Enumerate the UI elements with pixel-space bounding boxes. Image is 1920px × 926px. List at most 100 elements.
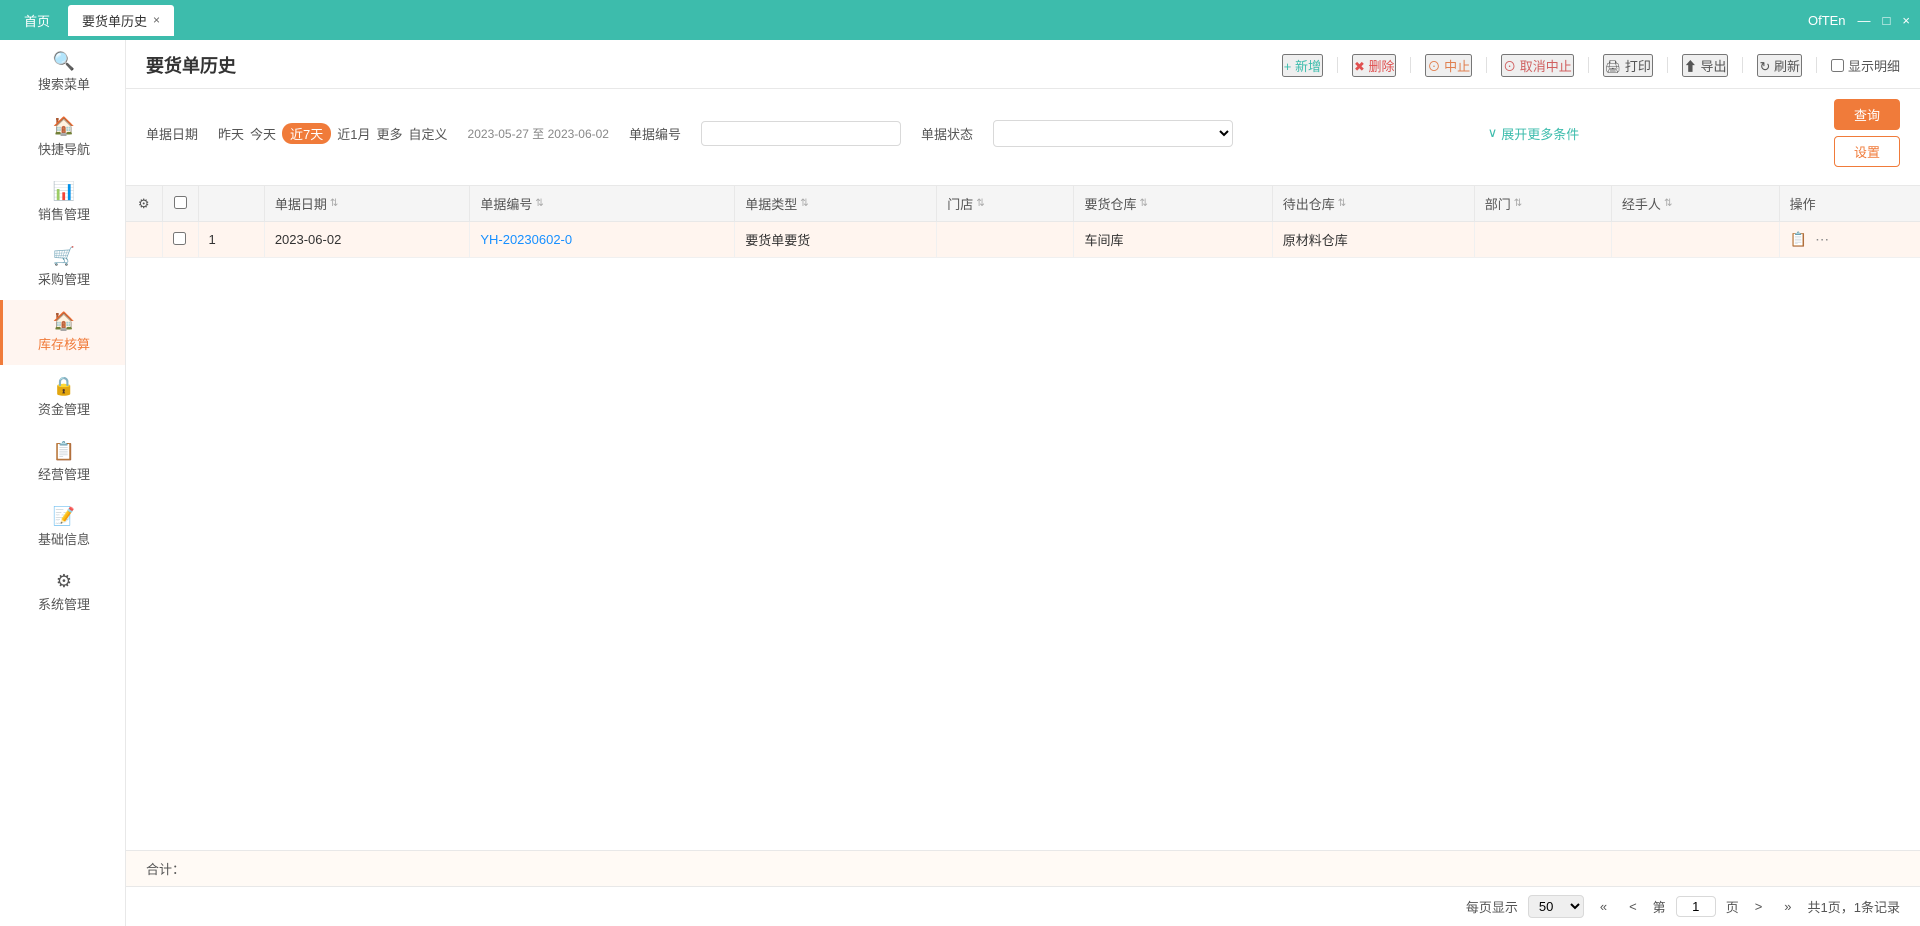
- sales-icon: 📊: [53, 182, 75, 200]
- filter-row-1: 单据日期 昨天 今天 近7天 近1月 更多 自定义 2023-05-27 至 2…: [146, 99, 1900, 167]
- shortcut-1month[interactable]: 近1月: [337, 124, 370, 143]
- page-label: 第: [1653, 897, 1666, 916]
- tab-home[interactable]: 首页: [10, 5, 64, 36]
- first-page-button[interactable]: «: [1594, 897, 1613, 916]
- th-checkbox: [162, 186, 198, 222]
- sidebar-item-label: 系统管理: [38, 594, 90, 613]
- bill-no-input[interactable]: [701, 121, 901, 146]
- sort-bill-no-icon: ⇅: [535, 198, 543, 209]
- refresh-button[interactable]: ↻ 刷新: [1757, 54, 1802, 77]
- sidebar-item-search-menu[interactable]: 🔍 搜索菜单: [0, 40, 125, 105]
- shortcut-today[interactable]: 今天: [250, 124, 276, 143]
- divider: [1486, 57, 1487, 73]
- inventory-icon: 🏠: [53, 312, 75, 330]
- delete-button[interactable]: ✖ 删除: [1352, 54, 1397, 77]
- home-icon: 🏠: [53, 117, 75, 135]
- shortcut-yesterday[interactable]: 昨天: [218, 124, 244, 143]
- finance-icon: 🔒: [53, 377, 75, 395]
- bill-no-label: 单据编号: [629, 124, 681, 143]
- th-store-label: 门店: [947, 194, 973, 213]
- last-page-button[interactable]: »: [1778, 897, 1797, 916]
- sidebar-item-quick-nav[interactable]: 🏠 快捷导航: [0, 105, 125, 170]
- expand-filter-button[interactable]: ∨ 展开更多条件: [1488, 124, 1580, 143]
- status-select[interactable]: [993, 120, 1233, 147]
- prev-page-button[interactable]: <: [1623, 897, 1643, 916]
- th-department[interactable]: 部门 ⇅: [1474, 186, 1611, 222]
- maximize-icon[interactable]: □: [1883, 13, 1891, 28]
- sidebar-item-finance-mgmt[interactable]: 🔒 资金管理: [0, 365, 125, 430]
- cell-req-warehouse: 车间库: [1074, 222, 1272, 258]
- cell-gear: [126, 222, 162, 258]
- row-checkbox[interactable]: [173, 232, 186, 245]
- th-pending-warehouse[interactable]: 待出仓库 ⇅: [1272, 186, 1474, 222]
- cell-bill-type: 要货单要货: [735, 222, 937, 258]
- divider: [1816, 57, 1817, 73]
- sort-department-icon: ⇅: [1514, 198, 1522, 209]
- sidebar-item-system-mgmt[interactable]: ⚙ 系统管理: [0, 560, 125, 625]
- filter-area: 单据日期 昨天 今天 近7天 近1月 更多 自定义 2023-05-27 至 2…: [126, 89, 1920, 186]
- sidebar-item-sales-mgmt[interactable]: 📊 销售管理: [0, 170, 125, 235]
- th-handler[interactable]: 经手人 ⇅: [1611, 186, 1779, 222]
- tab-active-label: 要货单历史: [82, 11, 147, 30]
- row-edit-icon[interactable]: 📋: [1790, 231, 1807, 248]
- content-area: 要货单历史 + 新增 ✖ 删除 ⊙ 中止 ⊙ 取消中止 🖨 打印 ⬆ 导出 ↻ …: [126, 40, 1920, 926]
- th-store[interactable]: 门店 ⇅: [937, 186, 1074, 222]
- sidebar-item-operations-mgmt[interactable]: 📋 经营管理: [0, 430, 125, 495]
- sidebar-item-label: 销售管理: [38, 204, 90, 223]
- summary-label: 合计：: [146, 862, 185, 877]
- page-suffix: 页: [1726, 897, 1739, 916]
- per-page-select[interactable]: 10 20 50 100: [1528, 895, 1584, 918]
- th-row-no: [198, 186, 264, 222]
- th-pending-warehouse-label: 待出仓库: [1283, 194, 1335, 213]
- page-number-input[interactable]: [1676, 896, 1716, 917]
- show-detail-label[interactable]: 显示明细: [1831, 56, 1900, 75]
- top-bar-right: OfTEn — □ ×: [1808, 13, 1910, 28]
- select-all-checkbox[interactable]: [174, 196, 187, 209]
- th-bill-type[interactable]: 单据类型 ⇅: [735, 186, 937, 222]
- sort-req-warehouse-icon: ⇅: [1139, 198, 1147, 209]
- tab-close-icon[interactable]: ×: [153, 13, 160, 27]
- stop-button[interactable]: ⊙ 中止: [1425, 54, 1472, 77]
- sort-store-icon: ⇅: [976, 198, 984, 209]
- row-more-icon[interactable]: ⋯: [1815, 231, 1829, 248]
- cancel-stop-button[interactable]: ⊙ 取消中止: [1501, 54, 1574, 77]
- page-header: 要货单历史 + 新增 ✖ 删除 ⊙ 中止 ⊙ 取消中止 🖨 打印 ⬆ 导出 ↻ …: [126, 40, 1920, 89]
- per-page-label: 每页显示: [1466, 897, 1518, 916]
- shortcut-more[interactable]: 更多: [377, 124, 403, 143]
- base-info-icon: 📝: [53, 507, 75, 525]
- divider: [1410, 57, 1411, 73]
- shortcut-custom[interactable]: 自定义: [409, 124, 448, 143]
- sidebar-item-inventory-calc[interactable]: 🏠 库存核算: [0, 300, 125, 365]
- data-table: ⚙ 单据日期 ⇅ 单据编号 ⇅: [126, 186, 1920, 258]
- expand-filter-label: 展开更多条件: [1501, 124, 1579, 143]
- bill-no-link[interactable]: YH-20230602-0: [480, 232, 572, 247]
- print-button[interactable]: 🖨 打印: [1603, 54, 1653, 77]
- th-req-warehouse-label: 要货仓库: [1084, 194, 1136, 213]
- th-settings[interactable]: ⚙: [126, 186, 162, 222]
- settings-button[interactable]: 设置: [1834, 136, 1900, 167]
- th-date-label: 单据日期: [275, 194, 327, 213]
- th-req-warehouse[interactable]: 要货仓库 ⇅: [1074, 186, 1272, 222]
- date-shortcuts: 昨天 今天 近7天 近1月 更多 自定义: [218, 123, 448, 144]
- date-range-display: 2023-05-27 至 2023-06-02: [468, 125, 609, 142]
- shortcut-7days[interactable]: 近7天: [282, 123, 331, 144]
- search-menu-icon: 🔍: [53, 52, 75, 70]
- query-button[interactable]: 查询: [1834, 99, 1900, 130]
- sort-handler-icon: ⇅: [1664, 198, 1672, 209]
- pagination-bar: 每页显示 10 20 50 100 « < 第 页 > » 共1页，1条记录: [126, 886, 1920, 926]
- th-bill-no[interactable]: 单据编号 ⇅: [470, 186, 735, 222]
- show-detail-checkbox[interactable]: [1831, 59, 1844, 72]
- sidebar-item-label: 基础信息: [38, 529, 90, 548]
- minimize-icon[interactable]: —: [1858, 13, 1871, 28]
- sidebar-item-base-info[interactable]: 📝 基础信息: [0, 495, 125, 560]
- tab-active[interactable]: 要货单历史 ×: [68, 5, 174, 36]
- th-date[interactable]: 单据日期 ⇅: [264, 186, 470, 222]
- sidebar: 🔍 搜索菜单 🏠 快捷导航 📊 销售管理 🛒 采购管理 🏠 库存核算 🔒 资金管…: [0, 40, 126, 926]
- sidebar-item-purchase-mgmt[interactable]: 🛒 采购管理: [0, 235, 125, 300]
- next-page-button[interactable]: >: [1749, 897, 1769, 916]
- new-button[interactable]: + 新增: [1282, 54, 1323, 77]
- date-filter-label: 单据日期: [146, 124, 198, 143]
- export-button[interactable]: ⬆ 导出: [1682, 54, 1729, 77]
- close-window-icon[interactable]: ×: [1902, 13, 1910, 28]
- system-icon: ⚙: [56, 572, 72, 590]
